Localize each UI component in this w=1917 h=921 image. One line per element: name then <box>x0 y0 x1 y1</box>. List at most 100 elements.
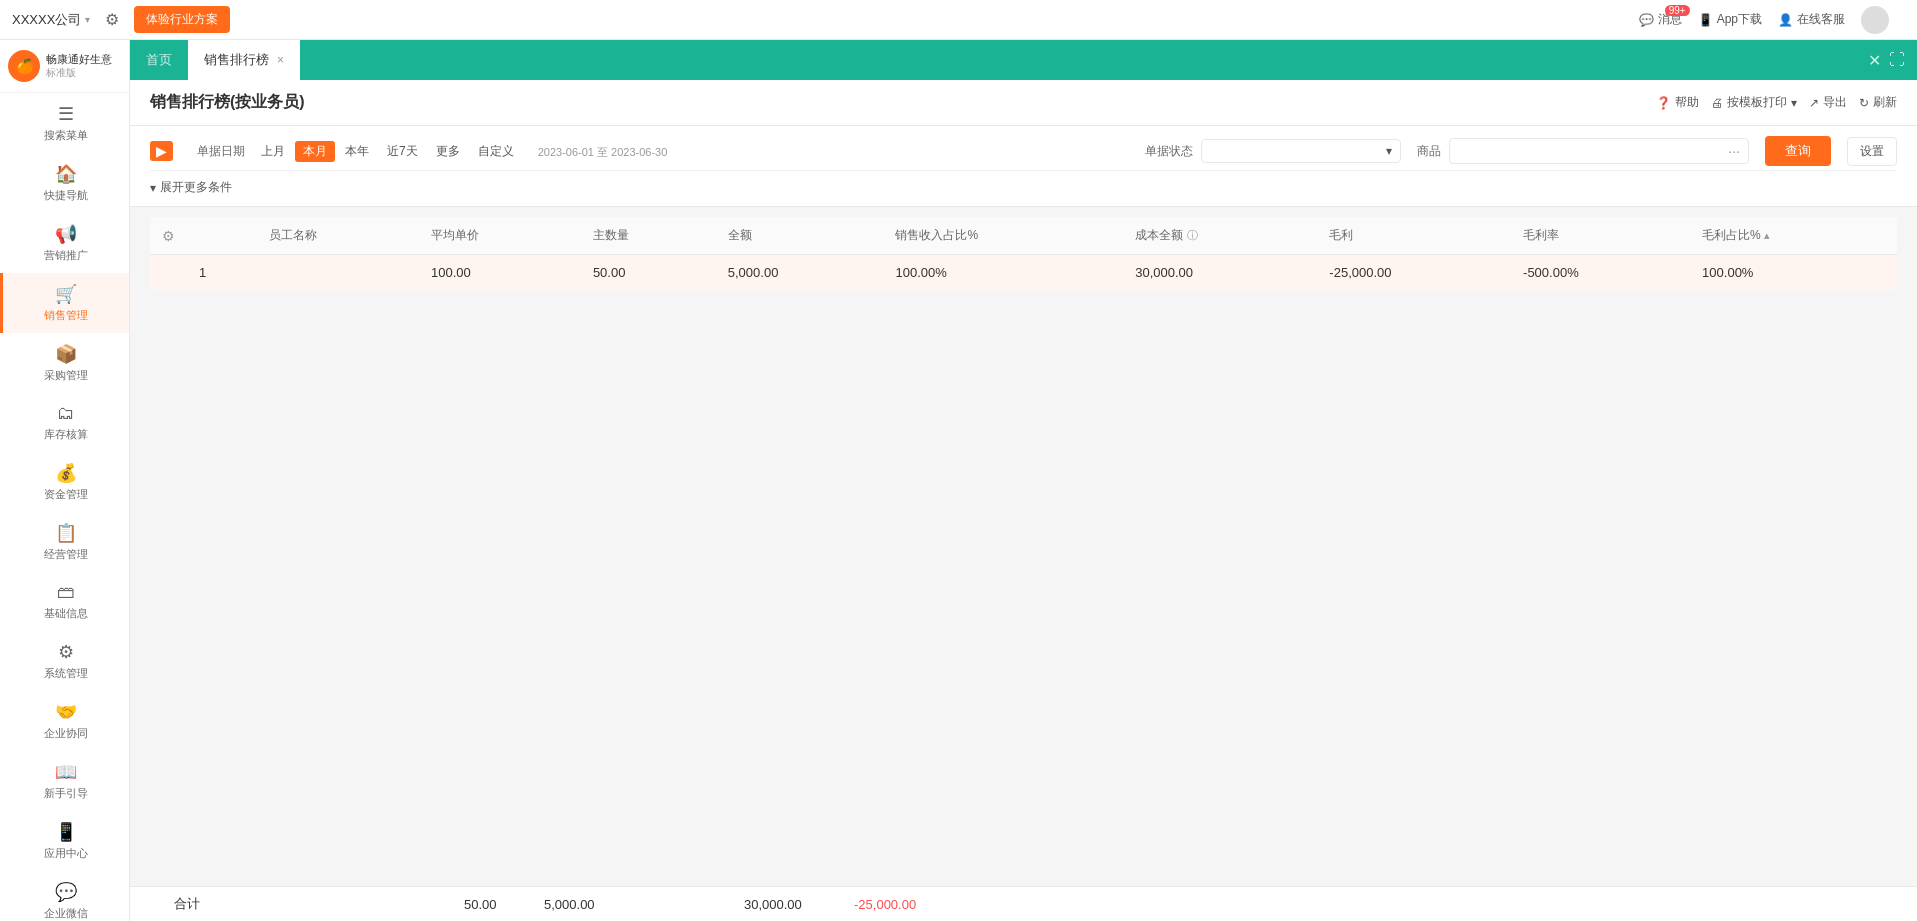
filter-settings-button[interactable]: 设置 <box>1847 137 1897 166</box>
expand-down-icon: ▾ <box>150 181 156 195</box>
expand-arrow-icon[interactable]: ▶ <box>150 141 173 161</box>
column-settings-icon[interactable]: ⚙ <box>162 228 175 244</box>
industry-button[interactable]: 体验行业方案 <box>134 6 230 33</box>
sidebar-item-purchase[interactable]: 📦 采购管理 <box>0 333 129 393</box>
purchase-label: 采购管理 <box>44 368 88 383</box>
sidebar-item-apps[interactable]: 📱 应用中心 <box>0 811 129 871</box>
tab-sales-ranking[interactable]: 销售排行榜 × <box>188 40 300 80</box>
date-tab-this-month[interactable]: 本月 <box>295 141 335 162</box>
sidebar-item-basic-info[interactable]: 🗃 基础信息 <box>0 572 129 631</box>
footer-total-label: 合计 <box>162 895 242 913</box>
goods-dots-icon[interactable]: ··· <box>1728 143 1740 159</box>
sales-label: 销售管理 <box>44 308 88 323</box>
table-row: 1 100.00 50.00 5,000.00 100.00% 30,000.0… <box>150 255 1897 291</box>
app-label: App下载 <box>1717 11 1762 28</box>
tab-close-btn[interactable]: × <box>277 53 284 67</box>
date-tab-custom[interactable]: 自定义 <box>470 141 522 162</box>
top-right-area: 💬 消息 99+ 📱 App下载 👤 在线客服 <box>1639 6 1905 34</box>
help-button[interactable]: ❓ 帮助 <box>1656 94 1699 111</box>
top-bar: XXXXX公司 ▾ ⚙ 体验行业方案 💬 消息 99+ 📱 App下载 👤 在线… <box>0 0 1917 40</box>
basic-info-icon: 🗃 <box>57 582 75 603</box>
expand-more-btn[interactable]: ▾ 展开更多条件 <box>150 170 1897 196</box>
status-select[interactable]: ▾ <box>1201 139 1401 163</box>
expand-label: 展开更多条件 <box>160 179 232 196</box>
quick-nav-label: 快捷导航 <box>44 188 88 203</box>
goods-input[interactable]: ··· <box>1449 138 1749 164</box>
expand-toggle[interactable]: ▶ <box>150 141 173 161</box>
sidebar: 🍊 畅康通好生意 标准版 ☰ 搜索菜单 🏠 快捷导航 📢 营销推广 🛒 销售管理… <box>0 40 130 921</box>
main-layout: 🍊 畅康通好生意 标准版 ☰ 搜索菜单 🏠 快捷导航 📢 营销推广 🛒 销售管理… <box>0 40 1917 921</box>
sidebar-item-cooperation[interactable]: 🤝 企业协同 <box>0 691 129 751</box>
guide-icon: 📖 <box>55 761 77 783</box>
settings-icon[interactable]: ⚙ <box>98 6 126 34</box>
company-selector[interactable]: XXXXX公司 ▾ <box>12 11 90 29</box>
footer-qty: 50.00 <box>452 897 532 912</box>
sidebar-item-quick-nav[interactable]: 🏠 快捷导航 <box>0 153 129 213</box>
print-icon: 🖨 <box>1711 96 1723 110</box>
tab-close-window-btn[interactable]: ✕ <box>1868 51 1881 70</box>
cooperation-label: 企业协同 <box>44 726 88 741</box>
marketing-icon: 📢 <box>55 223 77 245</box>
status-filter: 单据状态 ▾ <box>1145 139 1401 163</box>
cell-gross: -25,000.00 <box>1317 255 1511 291</box>
cost-info-icon: ⓘ <box>1187 229 1198 241</box>
cooperation-icon: 🤝 <box>55 701 77 723</box>
cell-settings <box>150 255 187 291</box>
cell-gross-pct: 100.00% <box>1690 255 1897 291</box>
basic-info-label: 基础信息 <box>44 606 88 621</box>
date-tab-more[interactable]: 更多 <box>428 141 468 162</box>
tab-maximize-btn[interactable]: ⛶ <box>1889 51 1905 69</box>
refresh-button[interactable]: ↻ 刷新 <box>1859 94 1897 111</box>
tab-home[interactable]: 首页 <box>130 40 188 80</box>
refresh-label: 刷新 <box>1873 94 1897 111</box>
table-footer: 合计 50.00 5,000.00 30,000.00 -25,000.00 <box>130 886 1917 921</box>
goods-label: 商品 <box>1417 143 1441 160</box>
marketing-label: 营销推广 <box>44 248 88 263</box>
export-icon: ↗ <box>1809 96 1819 110</box>
date-filter: 单据日期 上月 本月 本年 近7天 更多 自定义 <box>197 141 522 162</box>
help-icon: ❓ <box>1656 96 1671 110</box>
export-button[interactable]: ↗ 导出 <box>1809 94 1847 111</box>
app-download-button[interactable]: 📱 App下载 <box>1698 11 1762 28</box>
export-label: 导出 <box>1823 94 1847 111</box>
sidebar-item-finance[interactable]: 💰 资金管理 <box>0 452 129 512</box>
purchase-icon: 📦 <box>55 343 77 365</box>
sidebar-item-system[interactable]: ⚙ 系统管理 <box>0 631 129 691</box>
sidebar-item-search-order[interactable]: ☰ 搜索菜单 <box>0 93 129 153</box>
app-icon: 📱 <box>1698 13 1713 27</box>
message-icon: 💬 <box>1639 13 1654 27</box>
sidebar-item-inventory[interactable]: 🗂 库存核算 <box>0 393 129 452</box>
online-service-button[interactable]: 👤 在线客服 <box>1778 11 1845 28</box>
logo-name: 畅康通好生意 <box>46 52 112 66</box>
col-amount: 全额 <box>716 217 884 255</box>
query-button[interactable]: 查询 <box>1765 136 1831 166</box>
date-tab-this-year[interactable]: 本年 <box>337 141 377 162</box>
page-actions: ❓ 帮助 🖨 按模板打印 ▾ ↗ 导出 ↻ 刷新 <box>1656 94 1897 111</box>
sidebar-item-marketing[interactable]: 📢 营销推广 <box>0 213 129 273</box>
tab-bar: 首页 销售排行榜 × ✕ ⛶ <box>130 40 1917 80</box>
sidebar-item-guide[interactable]: 📖 新手引导 <box>0 751 129 811</box>
logo-text-area: 畅康通好生意 标准版 <box>46 52 112 80</box>
sidebar-item-operations[interactable]: 📋 经营管理 <box>0 512 129 572</box>
date-tab-last-month[interactable]: 上月 <box>253 141 293 162</box>
page-header: 销售排行榜(按业务员) ❓ 帮助 🖨 按模板打印 ▾ ↗ 导出 <box>130 80 1917 126</box>
status-label: 单据状态 <box>1145 143 1193 160</box>
sales-icon: 🛒 <box>55 283 77 305</box>
cell-qty: 50.00 <box>581 255 716 291</box>
system-label: 系统管理 <box>44 666 88 681</box>
footer-gross: -25,000.00 <box>842 897 942 912</box>
print-chevron-icon: ▾ <box>1791 96 1797 110</box>
avatar[interactable] <box>1861 6 1889 34</box>
sidebar-item-sales[interactable]: 🛒 销售管理 <box>0 273 129 333</box>
content-area: 首页 销售排行榜 × ✕ ⛶ 销售排行榜(按业务员) ❓ 帮助 <box>130 40 1917 921</box>
cell-cost: 30,000.00 <box>1123 255 1317 291</box>
print-button[interactable]: 🖨 按模板打印 ▾ <box>1711 94 1797 111</box>
col-avg-price: 平均单价 <box>419 217 581 255</box>
message-badge: 99+ <box>1665 5 1690 16</box>
sidebar-item-wechat[interactable]: 💬 企业微信 <box>0 871 129 921</box>
footer-cells: 合计 50.00 5,000.00 30,000.00 -25,000.00 <box>162 895 1885 913</box>
message-button[interactable]: 💬 消息 99+ <box>1639 11 1682 28</box>
cell-avg-price: 100.00 <box>419 255 581 291</box>
quick-nav-icon: 🏠 <box>55 163 77 185</box>
date-tab-7days[interactable]: 近7天 <box>379 141 426 162</box>
